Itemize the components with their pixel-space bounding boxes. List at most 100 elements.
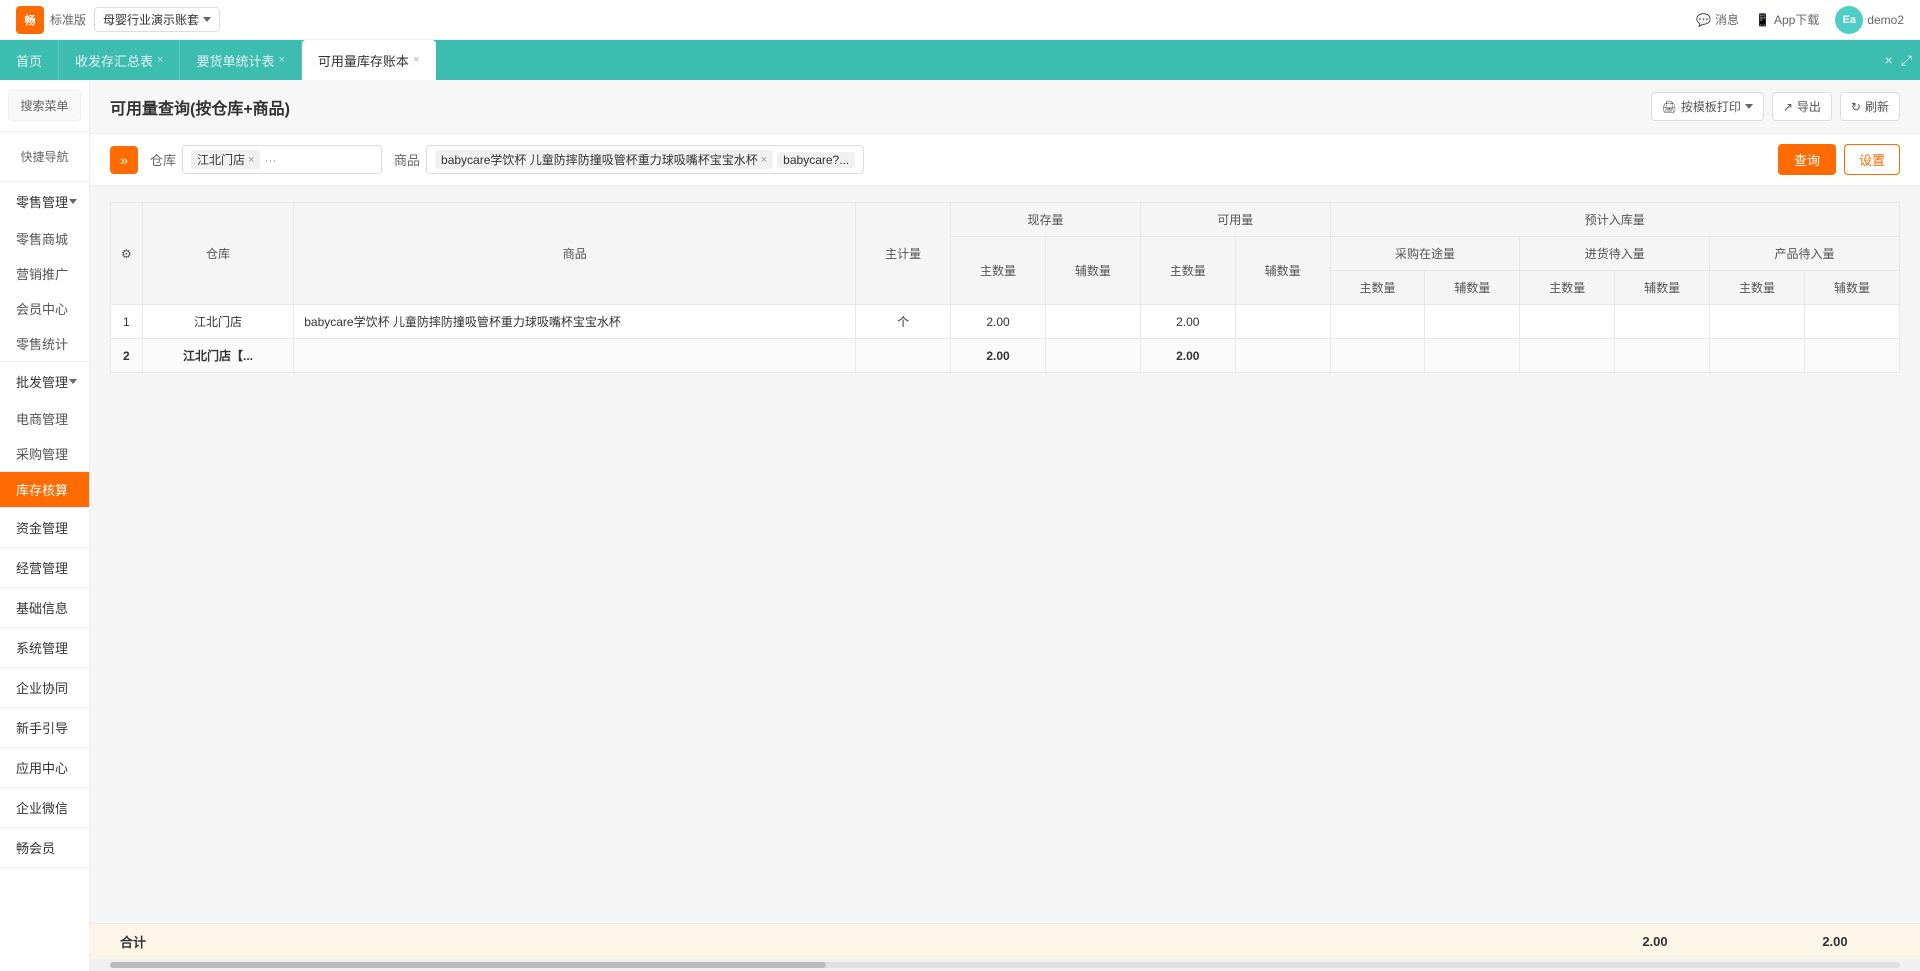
sidebar-search-section: 搜索菜单: [0, 80, 89, 132]
tab-close-icon[interactable]: ×: [413, 54, 419, 66]
row2-incoming-aux: [1615, 339, 1710, 373]
sidebar-group-wholesale: 批发管理 电商管理 采购管理: [0, 362, 89, 472]
sidebar-group-system-header[interactable]: 系统管理: [0, 628, 89, 667]
sidebar-group-retail-header[interactable]: 零售管理: [0, 182, 89, 221]
sidebar-item-marketing[interactable]: 营销推广: [0, 256, 89, 291]
scrollbar-container: [90, 959, 1920, 971]
warehouse-input[interactable]: 江北门店 × ···: [182, 145, 382, 174]
print-template-btn[interactable]: 🖨 按模板打印: [1651, 92, 1764, 121]
product-tag-1-close[interactable]: ×: [761, 154, 767, 166]
scrollbar-thumb[interactable]: [110, 962, 826, 968]
table-header-available-main: 主数量: [1140, 237, 1235, 305]
user-profile[interactable]: Ea demo2: [1835, 6, 1904, 34]
settings-btn[interactable]: 设置: [1844, 144, 1900, 175]
tab-home[interactable]: 首页: [0, 40, 59, 80]
scrollbar-track[interactable]: [110, 962, 1900, 968]
warehouse-ellipsis[interactable]: ···: [264, 153, 276, 167]
sidebar-group-enterprise: 企业协同: [0, 668, 89, 708]
page-title: 可用量查询(按仓库+商品): [110, 95, 290, 119]
sidebar-group-wechat-header[interactable]: 企业微信: [0, 788, 89, 827]
row1-index: 1: [111, 305, 143, 339]
query-btn[interactable]: 查询: [1778, 144, 1836, 175]
product-filter: 商品 babycare学饮杯 儿童防摔防撞吸管杯重力球吸嘴杯宝宝水杯 × bab…: [394, 145, 864, 174]
quick-nav-link[interactable]: 快捷导航: [8, 142, 81, 171]
refresh-btn[interactable]: ↻ 刷新: [1840, 92, 1900, 121]
sidebar-group-app-center-header[interactable]: 应用中心: [0, 748, 89, 787]
table-footer: 合计 2.00 2.00: [90, 923, 1920, 959]
printer-icon: 🖨: [1662, 100, 1677, 114]
avatar: Ea: [1835, 6, 1863, 34]
sidebar-item-member[interactable]: 会员中心: [0, 291, 89, 326]
footer-stock-aux: [1700, 934, 1790, 949]
page-header: 可用量查询(按仓库+商品) 🖨 按模板打印 ↗ 导出 ↻ 刷新: [90, 80, 1920, 134]
filter-action-btns: 查询 设置: [1778, 144, 1900, 175]
row2-production-main: [1710, 339, 1805, 373]
table-header-stock-main: 主数量: [951, 237, 1046, 305]
brand-icon: 畅: [16, 6, 44, 34]
nav-tabs: 首页 收发存汇总表 × 要货单统计表 × 可用量库存账本 × × ⤢: [0, 40, 1920, 80]
sidebar-item-retail-stats[interactable]: 零售统计: [0, 326, 89, 361]
table-header-planned-inbound: 预计入库量: [1330, 203, 1899, 237]
footer-label: 合计: [110, 932, 146, 951]
quick-nav-section: 快捷导航: [0, 132, 89, 182]
table-header-incoming-main: 主数量: [1520, 271, 1615, 305]
tab-available-inventory[interactable]: 可用量库存账本 ×: [302, 40, 436, 80]
product-input[interactable]: babycare学饮杯 儿童防摔防撞吸管杯重力球吸嘴杯宝宝水杯 × babyca…: [426, 145, 864, 174]
sidebar-group-finance: 资金管理: [0, 508, 89, 548]
table-header-purchase-main: 主数量: [1330, 271, 1425, 305]
sidebar-group-wholesale-header[interactable]: 批发管理: [0, 362, 89, 401]
sidebar-group-inventory-header[interactable]: 库存核算: [0, 472, 89, 507]
table-header-purchase-transit: 采购在途量: [1330, 237, 1520, 271]
sidebar-group-enterprise-header[interactable]: 企业协同: [0, 668, 89, 707]
main-layout: 搜索菜单 快捷导航 零售管理 零售商城 营销推广 会员中心 零售统计 批发管理 …: [0, 80, 1920, 971]
table-header-production-aux: 辅数量: [1804, 271, 1899, 305]
chevron-icon: [69, 199, 77, 204]
sidebar-group-inventory: 库存核算: [0, 472, 89, 508]
sidebar-group-operations-header[interactable]: 经营管理: [0, 548, 89, 587]
row2-stock-main: 2.00: [951, 339, 1046, 373]
row2-warehouse: 江北门店【...: [142, 339, 293, 373]
sidebar-group-guide: 新手引导: [0, 708, 89, 748]
tab-receipt-summary[interactable]: 收发存汇总表 ×: [59, 40, 180, 80]
search-menu-btn[interactable]: 搜索菜单: [8, 90, 81, 121]
warehouse-tag-close[interactable]: ×: [248, 154, 254, 166]
table-header-incoming: 进货待入量: [1520, 237, 1710, 271]
sidebar-group-basics-header[interactable]: 基础信息: [0, 588, 89, 627]
industry-selector[interactable]: 母婴行业演示账套: [94, 7, 220, 32]
export-btn[interactable]: ↗ 导出: [1772, 92, 1832, 121]
row1-stock-aux: [1045, 305, 1140, 339]
row2-index: 2: [111, 339, 143, 373]
sidebar-item-purchase[interactable]: 采购管理: [0, 436, 89, 471]
table-header-available-group: 可用量: [1140, 203, 1330, 237]
row1-incoming-main: [1520, 305, 1615, 339]
sidebar-group-system: 系统管理: [0, 628, 89, 668]
product-label: 商品: [394, 150, 420, 169]
sidebar-group-operations: 经营管理: [0, 548, 89, 588]
warehouse-label: 仓库: [150, 150, 176, 169]
table-header-stock-group: 现存量: [951, 203, 1141, 237]
table-container: ⚙ 仓库 商品 主计量 现存量 可用量 预计入库量 主数量 辅数量 主数量 辅数…: [90, 186, 1920, 923]
sidebar-group-guide-header[interactable]: 新手引导: [0, 708, 89, 747]
row1-unit: 个: [856, 305, 951, 339]
row1-warehouse: 江北门店: [142, 305, 293, 339]
refresh-icon: ↻: [1851, 100, 1861, 114]
top-bar-left: 畅 标准版 母婴行业演示账套: [16, 6, 220, 34]
row2-incoming-main: [1520, 339, 1615, 373]
filter-expand-btn[interactable]: »: [110, 146, 138, 174]
sidebar-item-ecommerce[interactable]: 电商管理: [0, 401, 89, 436]
tab-close-icon[interactable]: ×: [157, 54, 163, 66]
close-all-tabs-btn[interactable]: ×: [1885, 52, 1893, 68]
sidebar-group-member2-header[interactable]: 畅会员: [0, 828, 89, 867]
tab-close-icon[interactable]: ×: [278, 54, 284, 66]
row2-production-aux: [1804, 339, 1899, 373]
message-btn[interactable]: 💬 消息: [1696, 11, 1739, 28]
maximize-btn[interactable]: ⤢: [1901, 52, 1912, 69]
table-row: 1 江北门店 babycare学饮杯 儿童防摔防撞吸管杯重力球吸嘴杯宝宝水杯 个…: [111, 305, 1900, 339]
gear-icon[interactable]: ⚙: [121, 247, 132, 261]
sidebar-item-retail-store[interactable]: 零售商城: [0, 221, 89, 256]
app-download-btn[interactable]: 📱 App下载: [1755, 11, 1819, 28]
tab-order-stats[interactable]: 要货单统计表 ×: [180, 40, 301, 80]
sidebar-group-finance-header[interactable]: 资金管理: [0, 508, 89, 547]
nav-tabs-right: × ⤢: [1877, 40, 1920, 80]
product-tag-1: babycare学饮杯 儿童防摔防撞吸管杯重力球吸嘴杯宝宝水杯 ×: [435, 150, 773, 169]
